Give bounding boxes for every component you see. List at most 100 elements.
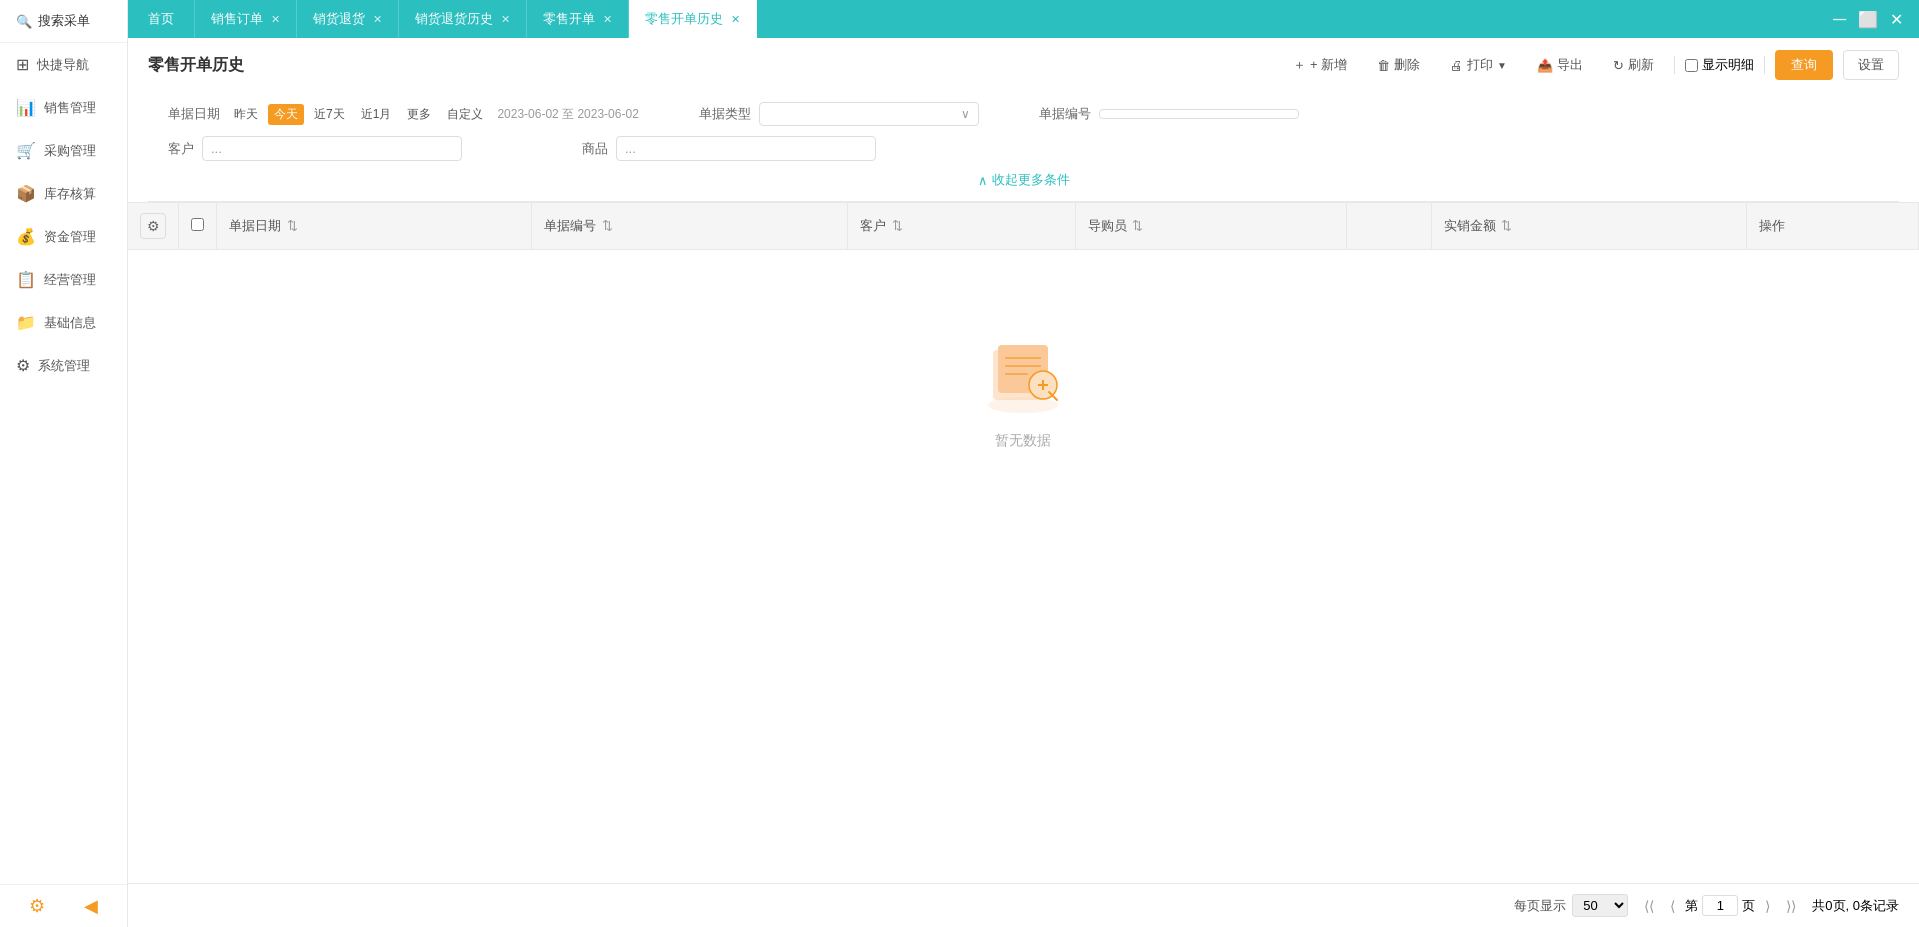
filter-order-no: 单据编号 <box>1039 105 1299 123</box>
page-last-btn[interactable]: ⟩⟩ <box>1780 896 1802 916</box>
col-customer[interactable]: 客户 ⇅ <box>847 203 1075 250</box>
date-custom-btn[interactable]: 自定义 <box>441 104 489 125</box>
page-header: 零售开单历史 ＋ + 新增 🗑 删除 🖨 打印 ▼ <box>128 38 1919 203</box>
goods-input[interactable]: ... <box>616 136 876 161</box>
sidebar-search-btn[interactable]: 🔍 搜索采单 <box>0 0 127 43</box>
sidebar-item-finance[interactable]: 💰 资金管理 <box>0 215 127 258</box>
data-table: ⚙ 单据日期 ⇅ 单据编号 ⇅ <box>128 203 1919 530</box>
toolbar: ＋ + 新增 🗑 删除 🖨 打印 ▼ 📤 导出 <box>1283 50 1899 80</box>
goods-dots: ... <box>625 141 636 156</box>
settings-icon[interactable]: ⚙ <box>29 895 45 917</box>
collapse-btn[interactable]: ∧ 收起更多条件 <box>168 171 1879 189</box>
window-close[interactable]: ✕ <box>1890 10 1903 29</box>
tab-home-label: 首页 <box>148 10 174 28</box>
tab-sales-order[interactable]: 销售订单 ✕ <box>195 0 297 38</box>
col-amount[interactable]: 实销金额 ⇅ <box>1431 203 1746 250</box>
customer-label: 客户 <box>168 140 194 158</box>
select-all-checkbox[interactable] <box>191 218 204 231</box>
sidebar-item-label: 库存核算 <box>44 185 96 203</box>
sidebar-item-label: 采购管理 <box>44 142 96 160</box>
window-minimize[interactable]: ─ <box>1833 9 1846 30</box>
tab-retail-open[interactable]: 零售开单 ✕ <box>527 0 629 38</box>
sidebar-item-operation[interactable]: 📋 经营管理 <box>0 258 127 301</box>
date-quick-btns: 昨天 今天 近7天 近1月 更多 自定义 <box>228 104 489 125</box>
query-button[interactable]: 查询 <box>1775 50 1833 80</box>
tab-retail-open-history[interactable]: 零售开单历史 ✕ <box>629 0 757 38</box>
sidebar-item-sales[interactable]: 📊 销售管理 <box>0 86 127 129</box>
nav-icon: ⊞ <box>16 55 29 74</box>
sidebar: 🔍 搜索采单 ⊞ 快捷导航 📊 销售管理 🛒 采购管理 📦 库存核算 💰 资金管… <box>0 0 128 927</box>
refresh-button[interactable]: ↻ 刷新 <box>1603 51 1664 79</box>
customer-dots: ... <box>211 141 222 156</box>
tab-sales-return-history-close[interactable]: ✕ <box>501 13 510 26</box>
tab-retail-open-history-close[interactable]: ✕ <box>731 13 740 26</box>
no-sort-icon: ⇅ <box>602 218 613 233</box>
page-input[interactable] <box>1702 895 1738 916</box>
tab-retail-open-close[interactable]: ✕ <box>603 13 612 26</box>
window-restore[interactable]: ⬜ <box>1858 10 1878 29</box>
sidebar-item-system[interactable]: ⚙ 系统管理 <box>0 344 127 387</box>
col-date[interactable]: 单据日期 ⇅ <box>217 203 532 250</box>
tab-retail-open-history-label: 零售开单历史 <box>645 10 723 28</box>
tab-sales-return-close[interactable]: ✕ <box>373 13 382 26</box>
main-area: 首页 销售订单 ✕ 销货退货 ✕ 销货退货历史 ✕ 零售开单 ✕ 零售开单历史 … <box>128 0 1919 927</box>
sidebar-item-nav[interactable]: ⊞ 快捷导航 <box>0 43 127 86</box>
delete-button[interactable]: 🗑 删除 <box>1367 51 1430 79</box>
order-type-select[interactable]: ∨ <box>759 102 979 126</box>
export-icon: 📤 <box>1537 58 1553 73</box>
settings-button[interactable]: 设置 <box>1843 50 1899 80</box>
filter-row-1: 单据日期 昨天 今天 近7天 近1月 更多 自定义 2023-06-02 至 2… <box>168 102 1879 126</box>
sidebar-item-label: 销售管理 <box>44 99 96 117</box>
print-dropdown-icon: ▼ <box>1497 60 1507 71</box>
filter-date: 单据日期 昨天 今天 近7天 近1月 更多 自定义 2023-06-02 至 2… <box>168 104 639 125</box>
col-settings[interactable]: ⚙ <box>128 203 179 250</box>
operation-icon: 📋 <box>16 270 36 289</box>
tab-sales-return-label: 销货退货 <box>313 10 365 28</box>
page-next-btn[interactable]: ⟩ <box>1759 896 1776 916</box>
add-button[interactable]: ＋ + 新增 <box>1283 51 1357 79</box>
tab-home[interactable]: 首页 <box>128 0 195 38</box>
filter-section: 单据日期 昨天 今天 近7天 近1月 更多 自定义 2023-06-02 至 2… <box>148 90 1899 202</box>
col-no[interactable]: 单据编号 ⇅ <box>532 203 847 250</box>
display-detail-checkbox-label[interactable]: 显示明细 <box>1685 56 1754 74</box>
export-label: 导出 <box>1557 56 1583 74</box>
tab-sales-return-history-label: 销货退货历史 <box>415 10 493 28</box>
pagination: 每页显示 50 10 20 100 ⟨⟨ ⟨ 第 页 ⟩ ⟩⟩ 共0页, 0条记… <box>128 883 1919 927</box>
page-prev-btn[interactable]: ⟨ <box>1664 896 1681 916</box>
export-button[interactable]: 📤 导出 <box>1527 51 1593 79</box>
refresh-label: 刷新 <box>1628 56 1654 74</box>
page-first-btn[interactable]: ⟨⟨ <box>1638 896 1660 916</box>
col-action: 操作 <box>1747 203 1919 250</box>
empty-state: 暂无数据 <box>128 250 1919 530</box>
print-button[interactable]: 🖨 打印 ▼ <box>1440 51 1517 79</box>
customer-sort-icon: ⇅ <box>892 218 903 233</box>
display-detail-checkbox[interactable] <box>1685 59 1698 72</box>
per-page-select[interactable]: 50 10 20 100 <box>1572 894 1628 917</box>
page-title: 零售开单历史 <box>148 55 244 76</box>
table-settings-icon[interactable]: ⚙ <box>140 213 166 239</box>
sidebar-item-basic[interactable]: 📁 基础信息 <box>0 301 127 344</box>
date-more-btn[interactable]: 更多 <box>401 104 437 125</box>
sidebar-item-purchase[interactable]: 🛒 采购管理 <box>0 129 127 172</box>
print-label: 打印 <box>1467 56 1493 74</box>
tab-sales-order-close[interactable]: ✕ <box>271 13 280 26</box>
order-no-input[interactable] <box>1099 109 1299 119</box>
customer-input[interactable]: ... <box>202 136 462 161</box>
date-yesterday-btn[interactable]: 昨天 <box>228 104 264 125</box>
sidebar-item-inventory[interactable]: 📦 库存核算 <box>0 172 127 215</box>
date-sort-icon: ⇅ <box>287 218 298 233</box>
date-1month-btn[interactable]: 近1月 <box>355 104 398 125</box>
tab-sales-return[interactable]: 销货退货 ✕ <box>297 0 399 38</box>
per-page-control: 每页显示 50 10 20 100 <box>1514 894 1628 917</box>
col-checkbox[interactable] <box>179 203 217 250</box>
inventory-icon: 📦 <box>16 184 36 203</box>
refresh-icon: ↻ <box>1613 58 1624 73</box>
collapse-sidebar-icon[interactable]: ◀ <box>84 895 98 917</box>
date-7days-btn[interactable]: 近7天 <box>308 104 351 125</box>
tab-sales-return-history[interactable]: 销货退货历史 ✕ <box>399 0 527 38</box>
filter-row-2: 客户 ... 商品 ... <box>168 136 1879 161</box>
date-today-btn[interactable]: 今天 <box>268 104 304 125</box>
page-header-top: 零售开单历史 ＋ + 新增 🗑 删除 🖨 打印 ▼ <box>148 50 1899 90</box>
col-guide[interactable]: 导购员 ⇅ <box>1075 203 1347 250</box>
basic-icon: 📁 <box>16 313 36 332</box>
